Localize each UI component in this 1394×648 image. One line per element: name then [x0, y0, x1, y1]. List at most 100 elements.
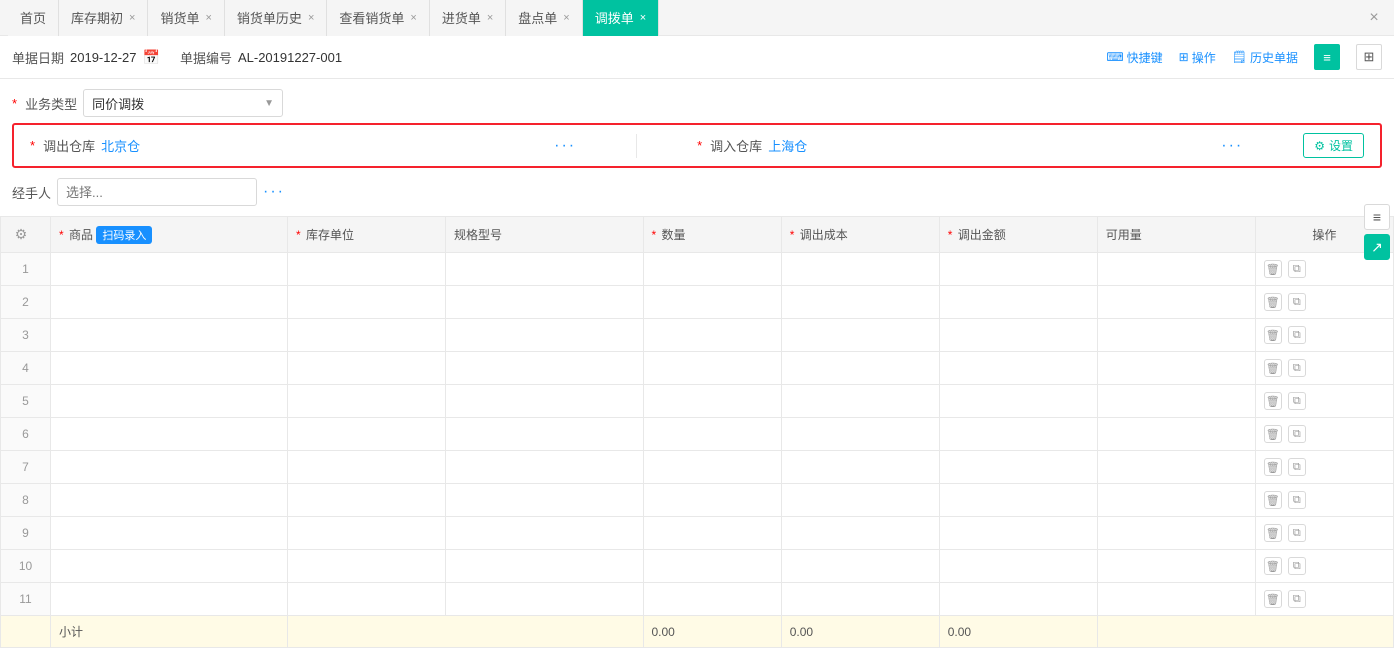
copy-row-button[interactable]: ⧉	[1288, 359, 1306, 377]
delete-row-button[interactable]: 🗑	[1264, 491, 1282, 509]
delete-row-button[interactable]: 🗑	[1264, 557, 1282, 575]
sidebar-list-icon[interactable]: ≡	[1364, 204, 1390, 230]
qty-cell[interactable]	[643, 385, 781, 418]
delete-row-button[interactable]: 🗑	[1264, 425, 1282, 443]
qty-cell[interactable]	[643, 451, 781, 484]
cost-cell[interactable]	[781, 418, 939, 451]
product-cell[interactable]	[51, 253, 288, 286]
copy-row-button[interactable]: ⧉	[1288, 260, 1306, 278]
product-cell[interactable]	[51, 418, 288, 451]
qty-cell[interactable]	[643, 352, 781, 385]
grid-view-button[interactable]: ⊞	[1356, 44, 1382, 70]
copy-row-button[interactable]: ⧉	[1288, 524, 1306, 542]
product-cell[interactable]	[51, 352, 288, 385]
copy-row-button[interactable]: ⧉	[1288, 458, 1306, 476]
person-input[interactable]	[57, 178, 257, 206]
list-view-button[interactable]: ≡	[1314, 44, 1340, 70]
tab-stocktake[interactable]: 盘点单 ×	[506, 0, 582, 36]
cost-cell[interactable]	[781, 484, 939, 517]
product-cell[interactable]	[51, 385, 288, 418]
qty-cell[interactable]	[643, 319, 781, 352]
tab-inventory-init-close[interactable]: ×	[129, 12, 135, 24]
operations-link[interactable]: ⊞ 操作	[1179, 49, 1216, 66]
cost-cell[interactable]	[781, 319, 939, 352]
qty-cell[interactable]	[643, 550, 781, 583]
delete-row-button[interactable]: 🗑	[1264, 293, 1282, 311]
delete-row-button[interactable]: 🗑	[1264, 359, 1282, 377]
delete-row-button[interactable]: 🗑	[1264, 458, 1282, 476]
copy-row-button[interactable]: ⧉	[1288, 425, 1306, 443]
delete-row-button[interactable]: 🗑	[1264, 590, 1282, 608]
shortcuts-link[interactable]: ⌨ 快捷键	[1106, 49, 1162, 66]
qty-cell[interactable]	[643, 484, 781, 517]
settings-button[interactable]: ⚙ 设置	[1303, 133, 1364, 158]
table-gear-icon[interactable]: ⚙	[9, 223, 33, 247]
scan-entry-button[interactable]: 扫码录入	[96, 226, 152, 244]
cost-cell[interactable]	[781, 550, 939, 583]
tab-sales-history[interactable]: 销货单历史 ×	[225, 0, 327, 36]
product-cell[interactable]	[51, 286, 288, 319]
copy-row-button[interactable]: ⧉	[1288, 491, 1306, 509]
qty-cell[interactable]	[643, 517, 781, 550]
calendar-icon[interactable]: 📅	[143, 49, 160, 66]
tab-transfer-close[interactable]: ×	[640, 12, 646, 24]
product-cell[interactable]	[51, 484, 288, 517]
history-link[interactable]: 🗒 历史单据	[1232, 49, 1298, 66]
tab-stocktake-close[interactable]: ×	[563, 12, 569, 24]
copy-row-button[interactable]: ⧉	[1288, 392, 1306, 410]
th-spec-label: 规格型号	[454, 228, 502, 242]
copy-row-button[interactable]: ⧉	[1288, 293, 1306, 311]
amount-cell[interactable]	[939, 253, 1097, 286]
tab-sales-history-close[interactable]: ×	[308, 12, 314, 24]
product-cell[interactable]	[51, 451, 288, 484]
copy-row-button[interactable]: ⧉	[1288, 557, 1306, 575]
biz-type-select[interactable]: 同价调拨 ▼	[83, 89, 283, 117]
delete-row-button[interactable]: 🗑	[1264, 260, 1282, 278]
amount-cell[interactable]	[939, 517, 1097, 550]
tab-purchase-order-close[interactable]: ×	[487, 12, 493, 24]
amount-cell[interactable]	[939, 319, 1097, 352]
product-cell[interactable]	[51, 517, 288, 550]
amount-cell[interactable]	[939, 418, 1097, 451]
delete-row-button[interactable]: 🗑	[1264, 392, 1282, 410]
tab-sales-order[interactable]: 销货单 ×	[148, 0, 224, 36]
amount-cell[interactable]	[939, 484, 1097, 517]
cost-cell[interactable]	[781, 517, 939, 550]
amount-cell[interactable]	[939, 550, 1097, 583]
cost-cell[interactable]	[781, 352, 939, 385]
qty-cell[interactable]	[643, 583, 781, 616]
amount-cell[interactable]	[939, 352, 1097, 385]
tab-transfer[interactable]: 调拨单 ×	[583, 0, 659, 36]
copy-row-button[interactable]: ⧉	[1288, 590, 1306, 608]
cost-cell[interactable]	[781, 253, 939, 286]
tab-purchase-order[interactable]: 进货单 ×	[430, 0, 506, 36]
cost-cell[interactable]	[781, 385, 939, 418]
delete-row-button[interactable]: 🗑	[1264, 524, 1282, 542]
delete-row-button[interactable]: 🗑	[1264, 326, 1282, 344]
person-more-button[interactable]: ···	[263, 183, 285, 201]
target-wh-more-button[interactable]: ···	[1221, 137, 1243, 155]
product-cell[interactable]	[51, 583, 288, 616]
cost-cell[interactable]	[781, 286, 939, 319]
window-close-button[interactable]: ×	[1364, 8, 1384, 28]
product-cell[interactable]	[51, 319, 288, 352]
qty-cell[interactable]	[643, 286, 781, 319]
amount-cell[interactable]	[939, 286, 1097, 319]
amount-cell[interactable]	[939, 583, 1097, 616]
amount-cell[interactable]	[939, 451, 1097, 484]
tab-view-sales[interactable]: 查看销货单 ×	[327, 0, 429, 36]
qty-cell[interactable]	[643, 253, 781, 286]
tab-view-sales-close[interactable]: ×	[410, 12, 416, 24]
source-wh-more-button[interactable]: ···	[554, 137, 576, 155]
product-cell[interactable]	[51, 550, 288, 583]
copy-row-button[interactable]: ⧉	[1288, 326, 1306, 344]
cost-cell[interactable]	[781, 451, 939, 484]
sidebar-export-icon[interactable]: ↗	[1364, 234, 1390, 260]
tab-home[interactable]: 首页	[8, 0, 59, 36]
tab-inventory-init[interactable]: 库存期初 ×	[59, 0, 148, 36]
cost-cell[interactable]	[781, 583, 939, 616]
tab-stocktake-label: 盘点单	[518, 8, 557, 27]
amount-cell[interactable]	[939, 385, 1097, 418]
tab-sales-order-close[interactable]: ×	[205, 12, 211, 24]
qty-cell[interactable]	[643, 418, 781, 451]
